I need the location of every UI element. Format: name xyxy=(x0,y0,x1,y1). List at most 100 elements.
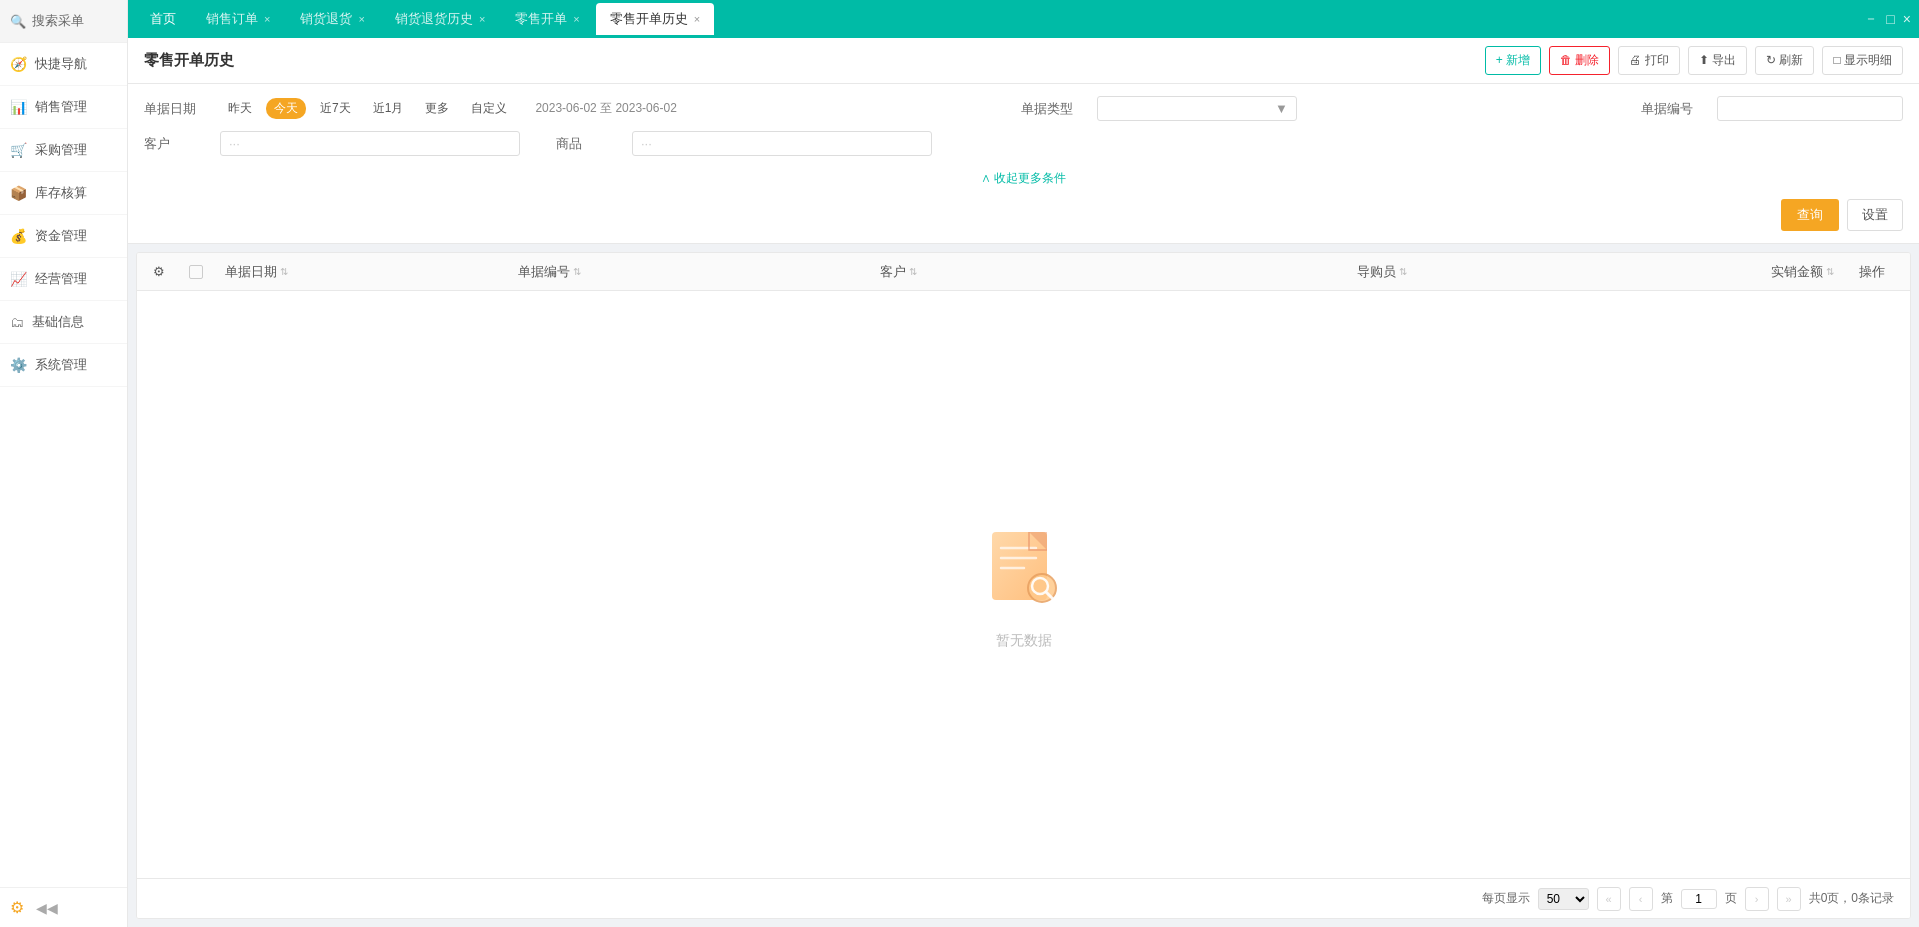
print-button[interactable]: 🖨 打印 xyxy=(1618,46,1679,75)
customer-dots: ··· xyxy=(229,136,511,151)
tab-retail-history[interactable]: 零售开单历史 × xyxy=(596,3,714,35)
filter-actions: 查询 设置 xyxy=(144,199,1903,231)
sidebar-item-quick-nav[interactable]: 🧭快捷导航 xyxy=(0,43,127,86)
sidebar-item-sys-mgmt[interactable]: ⚙️系统管理 xyxy=(0,344,127,387)
tab-label-sales-order: 销售订单 xyxy=(206,10,258,28)
page-size-select[interactable]: 102050100 xyxy=(1538,888,1589,910)
page-number-input[interactable] xyxy=(1681,889,1717,909)
sidebar-menu: 🧭快捷导航📊销售管理 🛒 采购管理 📦库存核算💰资金管理📈经营管理 🗂 基础信息 ⚙️系统管… xyxy=(0,43,127,887)
goods-select[interactable]: ··· xyxy=(632,131,932,156)
th-num-label: 单据编号 xyxy=(518,263,570,281)
export-button[interactable]: ⬆ 导出 xyxy=(1688,46,1747,75)
num-filter-input[interactable] xyxy=(1717,96,1903,121)
maximize-button[interactable]: □ xyxy=(1886,11,1894,27)
empty-text: 暂无数据 xyxy=(996,632,1052,650)
date-options: 昨天今天近7天近1月更多自定义 xyxy=(220,98,515,119)
date-range-display: 2023-06-02 至 2023-06-02 xyxy=(535,100,676,117)
settings-icon[interactable]: ⚙ xyxy=(10,898,24,917)
top-nav: 首页销售订单×销货退货×销货退货历史×零售开单×零售开单历史× － □ × xyxy=(128,0,1919,38)
sort-amount-icon[interactable]: ⇅ xyxy=(1826,266,1834,277)
date-opt-4[interactable]: 更多 xyxy=(417,98,457,119)
main-content: 首页销售订单×销货退货×销货退货历史×零售开单×零售开单历史× － □ × 零售… xyxy=(128,0,1919,927)
type-filter-label: 单据类型 xyxy=(1021,100,1081,118)
tab-retail-open[interactable]: 零售开单× xyxy=(501,3,593,35)
sidebar-label-operations: 经营管理 xyxy=(35,270,87,288)
sidebar-item-finance[interactable]: 💰资金管理 xyxy=(0,215,127,258)
customer-filter-label: 客户 xyxy=(144,135,204,153)
sidebar-label-purchase-mgmt: 采购管理 xyxy=(35,141,87,159)
tab-sales-order[interactable]: 销售订单 × xyxy=(192,3,284,35)
date-opt-1[interactable]: 今天 xyxy=(266,98,306,119)
display-detail-button[interactable]: □ 显示明细 xyxy=(1822,46,1903,75)
next-page-button[interactable]: › xyxy=(1745,887,1769,911)
sort-num-icon[interactable]: ⇅ xyxy=(573,266,581,277)
sidebar-search[interactable]: 🔍 搜索采单 xyxy=(0,0,127,43)
sort-date-icon[interactable]: ⇅ xyxy=(280,266,288,277)
date-filter-label: 单据日期 xyxy=(144,100,204,118)
tab-label-retail-history: 零售开单历史 xyxy=(610,10,688,28)
first-page-button[interactable]: « xyxy=(1597,887,1621,911)
th-checkbox[interactable] xyxy=(181,265,217,279)
th-settings[interactable]: ⚙ xyxy=(145,264,181,279)
empty-state: 暂无数据 xyxy=(137,291,1910,878)
filter-settings-button[interactable]: 设置 xyxy=(1847,199,1903,231)
tab-sales-return[interactable]: 销货退货× xyxy=(286,3,378,35)
header-checkbox[interactable] xyxy=(189,265,203,279)
date-opt-0[interactable]: 昨天 xyxy=(220,98,260,119)
th-date[interactable]: 单据日期 ⇅ xyxy=(217,263,510,281)
toolbar-actions: + 新增 🗑 删除 🖨 打印 ⬆ 导出 ↻ 刷新 □ 显示明细 xyxy=(1485,46,1903,75)
minimize-button[interactable]: － xyxy=(1864,10,1878,28)
filter-row-customer: 客户 ··· 商品 ··· xyxy=(144,131,1903,156)
sidebar-icon-purchase-mgmt: 🛒 xyxy=(10,142,27,158)
sort-customer-icon[interactable]: ⇅ xyxy=(909,266,917,277)
th-amount-label: 实销金额 xyxy=(1771,263,1823,281)
sidebar-item-operations[interactable]: 📈经营管理 xyxy=(0,258,127,301)
th-amount[interactable]: 实销金额 ⇅ xyxy=(1595,263,1842,281)
sidebar-item-basic-info[interactable]: 🗂 基础信息 xyxy=(0,301,127,344)
add-button[interactable]: + 新增 xyxy=(1485,46,1541,75)
sidebar-icon-sys-mgmt: ⚙️ xyxy=(10,357,27,373)
last-page-button[interactable]: » xyxy=(1777,887,1801,911)
total-info: 共0页，0条记录 xyxy=(1809,890,1894,907)
th-customer[interactable]: 客户 ⇅ xyxy=(872,263,1349,281)
th-guide[interactable]: 导购员 ⇅ xyxy=(1349,263,1596,281)
prev-page-button[interactable]: ‹ xyxy=(1629,887,1653,911)
type-select[interactable]: ▼ xyxy=(1097,96,1297,121)
goods-dots: ··· xyxy=(641,136,923,151)
sidebar-item-sales-mgmt[interactable]: 📊销售管理 xyxy=(0,86,127,129)
filter-area: 单据日期 昨天今天近7天近1月更多自定义 2023-06-02 至 2023-0… xyxy=(128,84,1919,244)
date-opt-5[interactable]: 自定义 xyxy=(463,98,515,119)
date-opt-2[interactable]: 近7天 xyxy=(312,98,359,119)
th-customer-label: 客户 xyxy=(880,263,906,281)
tab-close-sales-return[interactable]: × xyxy=(358,13,364,25)
sort-guide-icon[interactable]: ⇅ xyxy=(1399,266,1407,277)
th-num[interactable]: 单据编号 ⇅ xyxy=(510,263,872,281)
sidebar-item-purchase-mgmt[interactable]: 🛒 采购管理 xyxy=(0,129,127,172)
tab-close-sales-return-history[interactable]: × xyxy=(479,13,485,25)
dropdown-icon: ▼ xyxy=(1275,101,1288,116)
tab-close-retail-history[interactable]: × xyxy=(694,13,700,25)
sidebar-icon-finance: 💰 xyxy=(10,228,27,244)
search-icon: 🔍 xyxy=(10,14,26,29)
customer-select[interactable]: ··· xyxy=(220,131,520,156)
date-opt-3[interactable]: 近1月 xyxy=(365,98,412,119)
query-button[interactable]: 查询 xyxy=(1781,199,1839,231)
sidebar-icon-quick-nav: 🧭 xyxy=(10,56,27,72)
delete-button[interactable]: 🗑 删除 xyxy=(1549,46,1610,75)
th-guide-label: 导购员 xyxy=(1357,263,1396,281)
sidebar-label-basic-info: 基础信息 xyxy=(32,313,84,331)
toolbar: 零售开单历史 + 新增 🗑 删除 🖨 打印 ⬆ 导出 ↻ 刷新 □ 显示明细 xyxy=(128,38,1919,84)
tab-home[interactable]: 首页 xyxy=(136,3,190,35)
top-nav-right: － □ × xyxy=(1864,10,1911,28)
tab-sales-return-history[interactable]: 销货退货历史× xyxy=(381,3,499,35)
tab-close-sales-order[interactable]: × xyxy=(264,13,270,25)
window-close-button[interactable]: × xyxy=(1903,11,1911,27)
tab-close-retail-open[interactable]: × xyxy=(573,13,579,25)
sidebar-item-inventory[interactable]: 📦库存核算 xyxy=(0,172,127,215)
refresh-button[interactable]: ↻ 刷新 xyxy=(1755,46,1814,75)
sidebar-label-sales-mgmt: 销售管理 xyxy=(35,98,87,116)
collapse-sidebar-icon[interactable]: ◀◀ xyxy=(36,900,58,916)
sidebar-icon-basic-info: 🗂 xyxy=(10,314,24,330)
tab-label-home: 首页 xyxy=(150,10,176,28)
collapse-more-button[interactable]: ∧ 收起更多条件 xyxy=(977,166,1070,191)
